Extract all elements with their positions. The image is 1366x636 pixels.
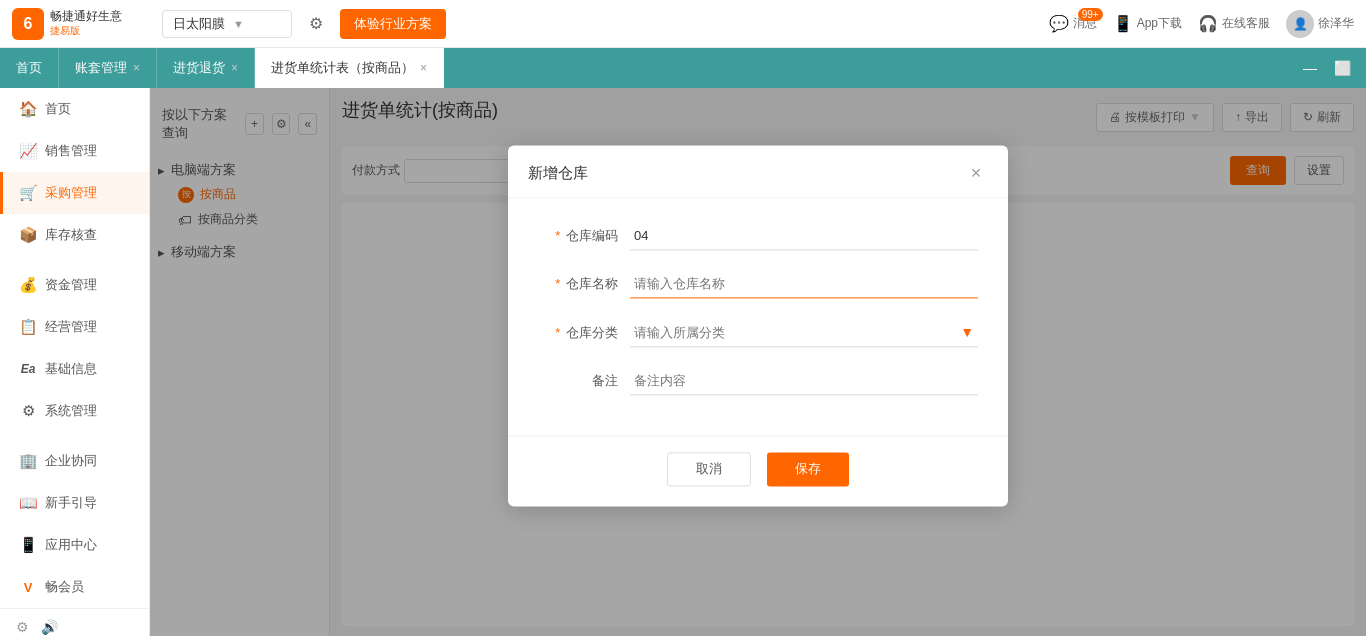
- sidebar-label-app-center: 应用中心: [45, 536, 97, 554]
- sidebar-label-basic-info: 基础信息: [45, 360, 97, 378]
- sidebar-item-app-center[interactable]: 📱 应用中心: [0, 524, 149, 566]
- modal-dialog: 新增仓库 × * 仓库编码 * 仓库名: [508, 145, 1008, 506]
- sidebar-item-finance[interactable]: 💰 资金管理: [0, 264, 149, 306]
- sidebar-item-guide[interactable]: 📖 新手引导: [0, 482, 149, 524]
- modal-footer: 取消 保存: [508, 435, 1008, 506]
- app-center-icon: 📱: [19, 536, 37, 554]
- vip-icon: V: [19, 578, 37, 596]
- basic-info-icon: Ea: [19, 360, 37, 378]
- modal-title: 新增仓库: [528, 164, 588, 183]
- purchase-icon: 🛒: [19, 184, 37, 202]
- sidebar-label-guide: 新手引导: [45, 494, 97, 512]
- sidebar-label-inventory: 库存核查: [45, 226, 97, 244]
- category-dropdown-arrow: ▼: [960, 324, 974, 340]
- logo-title: 畅捷通好生意: [50, 9, 122, 25]
- cancel-button[interactable]: 取消: [667, 452, 751, 486]
- sidebar: 🏠 首页 📈 销售管理 🛒 采购管理 📦 库存核查 💰 资金管理 📋 经营管理 …: [0, 88, 150, 636]
- user-avatar: 👤: [1286, 10, 1314, 38]
- tab-close-purchase-stats[interactable]: ×: [420, 61, 427, 75]
- username: 徐泽华: [1318, 15, 1354, 32]
- sidebar-label-finance: 资金管理: [45, 276, 97, 294]
- modal-close-button[interactable]: ×: [964, 161, 988, 185]
- online-service-button[interactable]: 🎧 在线客服: [1198, 14, 1270, 33]
- sidebar-footer: ⚙ 🔊: [0, 608, 149, 636]
- main-layout: 🏠 首页 📈 销售管理 🛒 采购管理 📦 库存核查 💰 资金管理 📋 经营管理 …: [0, 88, 1366, 636]
- sidebar-item-inventory[interactable]: 📦 库存核查: [0, 214, 149, 256]
- note-label: 备注: [538, 372, 618, 390]
- save-button[interactable]: 保存: [767, 452, 849, 486]
- sidebar-item-operations[interactable]: 📋 经营管理: [0, 306, 149, 348]
- sidebar-item-sales[interactable]: 📈 销售管理: [0, 130, 149, 172]
- warehouse-category-input[interactable]: [634, 325, 960, 340]
- sidebar-item-vip[interactable]: V 畅会员: [0, 566, 149, 608]
- enterprise-icon: 🏢: [19, 452, 37, 470]
- form-row-warehouse-name: * 仓库名称: [538, 270, 978, 298]
- store-selector-arrow: ▼: [233, 18, 244, 30]
- warehouse-code-label: * 仓库编码: [538, 227, 618, 245]
- modal-header: 新增仓库 ×: [508, 145, 1008, 198]
- warehouse-name-input[interactable]: [630, 270, 978, 298]
- form-row-warehouse-code: * 仓库编码: [538, 222, 978, 250]
- sidebar-label-operations: 经营管理: [45, 318, 97, 336]
- store-name: 日太阳膜: [173, 15, 225, 33]
- note-input[interactable]: [630, 367, 978, 395]
- logo-area: 6 畅捷通好生意 捷易版: [12, 8, 162, 40]
- system-icon: ⚙: [19, 402, 37, 420]
- tab-home[interactable]: 首页: [0, 48, 59, 88]
- guide-icon: 📖: [19, 494, 37, 512]
- warehouse-code-input[interactable]: [630, 222, 978, 250]
- settings-button[interactable]: ⚙: [300, 8, 332, 40]
- user-area[interactable]: 👤 徐泽华: [1286, 10, 1354, 38]
- main-inner: 按以下方案查询 + ⚙ « ▸ 电脑端方案: [150, 88, 1366, 636]
- sales-icon: 📈: [19, 142, 37, 160]
- tab-account[interactable]: 账套管理 ×: [59, 48, 157, 88]
- sidebar-label-home: 首页: [45, 100, 71, 118]
- logo-badge: 捷易版: [50, 24, 122, 38]
- message-badge: 99+: [1078, 8, 1103, 21]
- sidebar-item-enterprise[interactable]: 🏢 企业协同: [0, 440, 149, 482]
- warehouse-category-selector[interactable]: ▼: [630, 318, 978, 347]
- warehouse-name-label: * 仓库名称: [538, 275, 618, 293]
- sidebar-item-purchase[interactable]: 🛒 采购管理: [0, 172, 149, 214]
- app-download-button[interactable]: 📱 App下载: [1113, 14, 1182, 33]
- sidebar-item-home[interactable]: 🏠 首页: [0, 88, 149, 130]
- tab-purchase-stats[interactable]: 进货单统计表（按商品） ×: [255, 48, 444, 88]
- sidebar-label-sales: 销售管理: [45, 142, 97, 160]
- message-button[interactable]: 💬 消息 99+: [1049, 14, 1097, 33]
- maximize-button[interactable]: ⬜: [1330, 56, 1354, 80]
- modal-body: * 仓库编码 * 仓库名称 * 仓库: [508, 198, 1008, 435]
- warehouse-category-label: * 仓库分类: [538, 324, 618, 342]
- inventory-icon: 📦: [19, 226, 37, 244]
- trial-button[interactable]: 体验行业方案: [340, 9, 446, 39]
- sidebar-label-purchase: 采购管理: [45, 184, 97, 202]
- minimize-button[interactable]: —: [1298, 56, 1322, 80]
- sidebar-label-system: 系统管理: [45, 402, 97, 420]
- finance-icon: 💰: [19, 276, 37, 294]
- tab-purchase-return[interactable]: 进货退货 ×: [157, 48, 255, 88]
- form-row-warehouse-category: * 仓库分类 ▼: [538, 318, 978, 347]
- sidebar-label-enterprise: 企业协同: [45, 452, 97, 470]
- operations-icon: 📋: [19, 318, 37, 336]
- tab-bar: 首页 账套管理 × 进货退货 × 进货单统计表（按商品） × — ⬜: [0, 48, 1366, 88]
- header-right: 💬 消息 99+ 📱 App下载 🎧 在线客服 👤 徐泽华: [1049, 10, 1354, 38]
- sidebar-item-basic-info[interactable]: Ea 基础信息: [0, 348, 149, 390]
- form-row-note: 备注: [538, 367, 978, 395]
- top-header: 6 畅捷通好生意 捷易版 日太阳膜 ▼ ⚙ 体验行业方案 💬 消息 99+ 📱 …: [0, 0, 1366, 48]
- sidebar-settings-button[interactable]: ⚙: [16, 619, 29, 635]
- logo-icon: 6: [12, 8, 44, 40]
- sidebar-speaker-button[interactable]: 🔊: [41, 619, 58, 635]
- sidebar-label-vip: 畅会员: [45, 578, 84, 596]
- home-icon: 🏠: [19, 100, 37, 118]
- tab-close-purchase-return[interactable]: ×: [231, 61, 238, 75]
- tab-close-account[interactable]: ×: [133, 61, 140, 75]
- sidebar-item-system[interactable]: ⚙ 系统管理: [0, 390, 149, 432]
- window-controls: — ⬜: [1298, 56, 1366, 80]
- store-selector[interactable]: 日太阳膜 ▼: [162, 10, 292, 38]
